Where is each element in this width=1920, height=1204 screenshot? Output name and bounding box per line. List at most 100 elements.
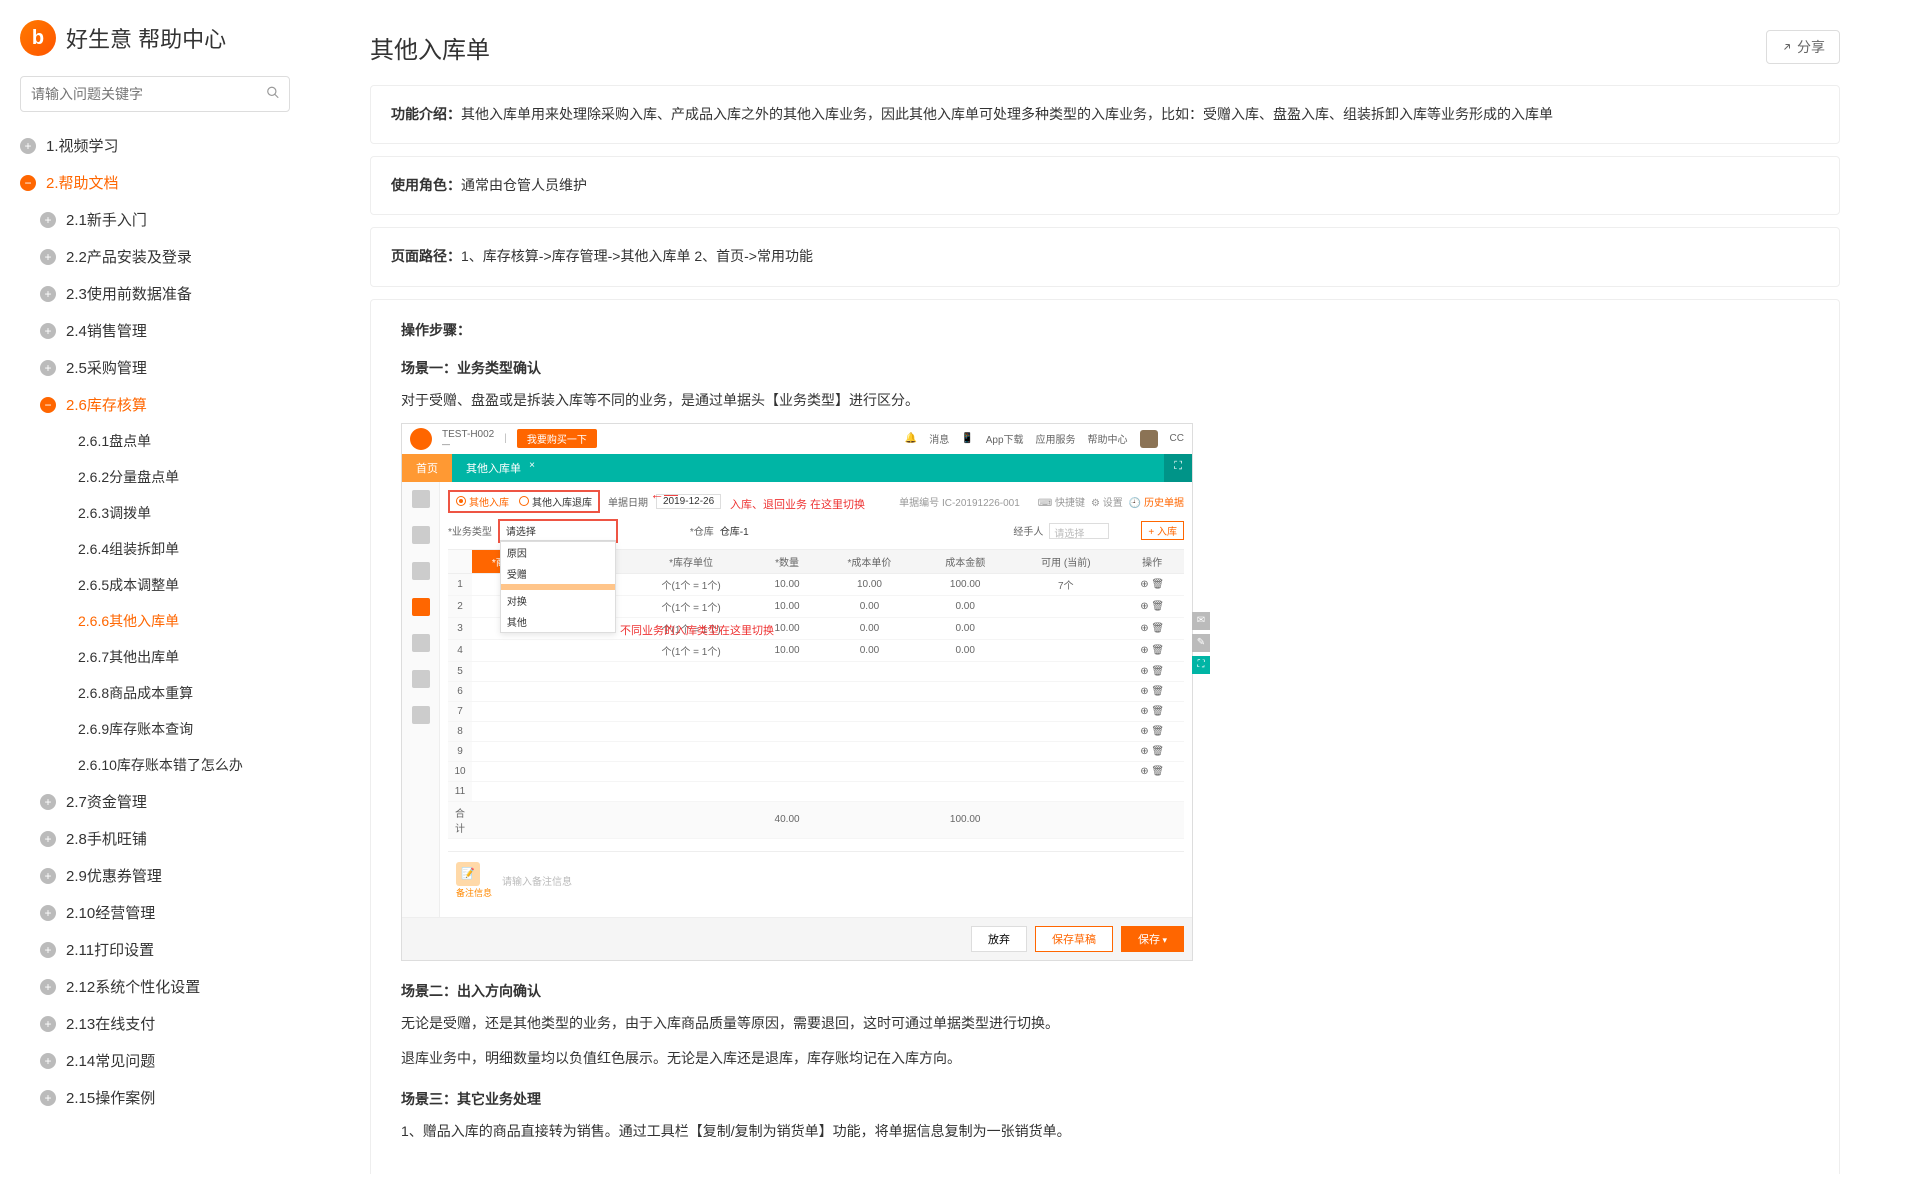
nav-item-2-6-1[interactable]: 2.6.1盘点单 <box>20 423 290 459</box>
ss-body: 其他入库 其他入库退库 ←— 单据日期 2019-12-26 入库、退回业务 在… <box>402 482 1192 917</box>
steps-section: 操作步骤： 场景一：业务类型确认 对于受赠、盘盈或是拆装入库等不同的业务，是通过… <box>370 299 1840 1175</box>
nav-item-2-13[interactable]: 2.13在线支付 <box>20 1005 290 1042</box>
nav-item-2-11[interactable]: 2.11打印设置 <box>20 931 290 968</box>
ss-tab-home: 首页 <box>402 454 452 482</box>
ss-radio-in: 其他入库 <box>456 494 509 509</box>
ss-remark: 📝 备注信息 <box>456 862 492 899</box>
nav-label: 2.1新手入门 <box>66 209 147 230</box>
nav-label: 2.3使用前数据准备 <box>66 283 192 304</box>
ss-tab-close-icon: × <box>529 460 535 471</box>
ss-left-icon <box>412 634 430 652</box>
ss-top-right: 🔔消息 📱App下载 应用服务 帮助中心 CC <box>905 430 1184 448</box>
scene1-title: 场景一：业务类型确认 <box>401 358 1809 378</box>
ss-tool-icon: ⛶ <box>1192 656 1210 674</box>
nav-label: 2.6.4组装拆卸单 <box>78 539 179 559</box>
logo: b 好生意 帮助中心 <box>20 20 290 56</box>
nav-label: 2.2产品安装及登录 <box>66 246 192 267</box>
nav-item-2-6-7[interactable]: 2.6.7其他出库单 <box>20 639 290 675</box>
ss-wh-value: 仓库-1 <box>720 523 749 538</box>
ss-dd-opt: 受赠 <box>501 563 615 584</box>
nav-item-2-14[interactable]: 2.14常见问题 <box>20 1042 290 1079</box>
ss-filter-row: *业务类型 请选择 原因 受赠 对换 其他 <box>448 519 1184 543</box>
nav-label: 2.6.1盘点单 <box>78 431 151 451</box>
nav-label: 2.6.6其他入库单 <box>78 611 179 631</box>
nav-item-2-10[interactable]: 2.10经营管理 <box>20 894 290 931</box>
nav-item-2-15[interactable]: 2.15操作案例 <box>20 1079 290 1116</box>
nav-item-2-8[interactable]: 2.8手机旺铺 <box>20 820 290 857</box>
search-wrapper <box>20 76 290 112</box>
path-text: 1、库存核算->库存管理->其他入库单 2、首页->常用功能 <box>461 248 813 264</box>
ss-left-icon <box>412 490 430 508</box>
ss-msg: 消息 <box>929 431 949 446</box>
ss-date-label: 单据日期 <box>608 494 648 509</box>
nav-item-2-6-6[interactable]: 2.6.6其他入库单 <box>20 603 290 639</box>
title-row: 其他入库单 分享 <box>370 30 1840 65</box>
nav-item-helpdoc[interactable]: 2.帮助文档 <box>20 164 290 201</box>
ss-person-input: 请选择 <box>1049 523 1109 539</box>
nav-item-2-1[interactable]: 2.1新手入门 <box>20 201 290 238</box>
nav-item-2-6-2[interactable]: 2.6.2分量盘点单 <box>20 459 290 495</box>
nav-item-2-6-10[interactable]: 2.6.10库存账本错了怎么办 <box>20 747 290 783</box>
share-button[interactable]: 分享 <box>1766 30 1840 64</box>
ss-topbar: TEST-H002 — | 我要购买一下 🔔消息 📱App下载 应用服务 帮助中… <box>402 424 1192 454</box>
ss-bottom-buttons: 放弃 保存草稿 保存 <box>402 917 1192 960</box>
ss-left-icon <box>412 526 430 544</box>
th-price: *成本单价 <box>820 549 919 573</box>
nav-item-2-6-3[interactable]: 2.6.3调拨单 <box>20 495 290 531</box>
search-input[interactable] <box>20 76 290 112</box>
nav-item-2-6-4[interactable]: 2.6.4组装拆卸单 <box>20 531 290 567</box>
nav-item-2-6-9[interactable]: 2.6.9库存账本查询 <box>20 711 290 747</box>
note-icon: 📝 <box>456 862 480 886</box>
logo-text: 好生意 帮助中心 <box>66 22 226 54</box>
scene2-title: 场景二：出入方向确认 <box>401 981 1809 1001</box>
steps-header: 操作步骤： <box>401 320 1809 340</box>
plus-icon <box>40 360 56 376</box>
ss-remark-row: 📝 备注信息 请输入备注信息 <box>448 851 1184 909</box>
nav-item-video[interactable]: 1.视频学习 <box>20 127 290 164</box>
nav-item-2-5[interactable]: 2.5采购管理 <box>20 349 290 386</box>
red-arrow-icon: ←— <box>650 486 678 502</box>
role-box: 使用角色：通常由仓管人员维护 <box>370 156 1840 215</box>
ss-msg-icon: 🔔 <box>905 433 917 444</box>
intro-text: 其他入库单用来处理除采购入库、产成品入库之外的其他入库业务，因此其他入库单可处理… <box>461 106 1553 122</box>
nav-item-2-6-5[interactable]: 2.6.5成本调整单 <box>20 567 290 603</box>
ss-app-icon: 📱 <box>961 433 973 444</box>
ss-toolbar-right: ⌨ 快捷键 ⚙ 设置 🕘 历史单据 <box>1038 494 1184 509</box>
ss-dd-opt: 对换 <box>501 590 615 611</box>
plus-icon <box>40 249 56 265</box>
minus-icon <box>40 397 56 413</box>
ss-newstock-link: + 入库 <box>1141 521 1184 540</box>
nav-label: 2.12系统个性化设置 <box>66 976 200 997</box>
ss-discard-button: 放弃 <box>971 926 1027 952</box>
ss-radio1-label: 其他入库 <box>469 494 509 509</box>
search-icon[interactable] <box>266 86 280 103</box>
role-label: 使用角色： <box>391 177 461 193</box>
ss-set: ⚙ 设置 <box>1091 494 1123 509</box>
path-box: 页面路径：1、库存核算->库存管理->其他入库单 2、首页->常用功能 <box>370 227 1840 286</box>
nav-label: 2.7资金管理 <box>66 791 147 812</box>
ss-wh-label: *仓库 <box>690 523 714 538</box>
ss-right-tools: ✉ ✎ ⛶ <box>1192 612 1210 674</box>
nav-item-2-4[interactable]: 2.4销售管理 <box>20 312 290 349</box>
ss-hist: 🕘 历史单据 <box>1129 494 1184 509</box>
ss-biz-label: *业务类型 <box>448 523 492 538</box>
ss-fullscreen-icon: ⛶ <box>1164 454 1192 482</box>
ss-tool-icon: ✉ <box>1192 612 1210 630</box>
nav-item-2-3[interactable]: 2.3使用前数据准备 <box>20 275 290 312</box>
ss-radio2-label: 其他入库退库 <box>532 494 592 509</box>
nav-item-2-6[interactable]: 2.6库存核算 <box>20 386 290 423</box>
nav-item-2-12[interactable]: 2.12系统个性化设置 <box>20 968 290 1005</box>
embedded-screenshot: TEST-H002 — | 我要购买一下 🔔消息 📱App下载 应用服务 帮助中… <box>401 423 1193 961</box>
ss-left-icon-active <box>412 598 430 616</box>
table-row: 8⊕ 🗑 <box>448 721 1184 741</box>
nav-item-2-9[interactable]: 2.9优惠券管理 <box>20 857 290 894</box>
ss-dropdown: 请选择 原因 受赠 对换 其他 <box>498 519 618 543</box>
nav-item-2-6-8[interactable]: 2.6.8商品成本重算 <box>20 675 290 711</box>
nav-item-2-7[interactable]: 2.7资金管理 <box>20 783 290 820</box>
ss-tab-doc: 其他入库单× <box>452 454 541 482</box>
nav-label: 2.6.3调拨单 <box>78 503 151 523</box>
nav-label: 2.10经营管理 <box>66 902 155 923</box>
table-row: 10⊕ 🗑 <box>448 761 1184 781</box>
plus-icon <box>40 1053 56 1069</box>
nav-item-2-2[interactable]: 2.2产品安装及登录 <box>20 238 290 275</box>
